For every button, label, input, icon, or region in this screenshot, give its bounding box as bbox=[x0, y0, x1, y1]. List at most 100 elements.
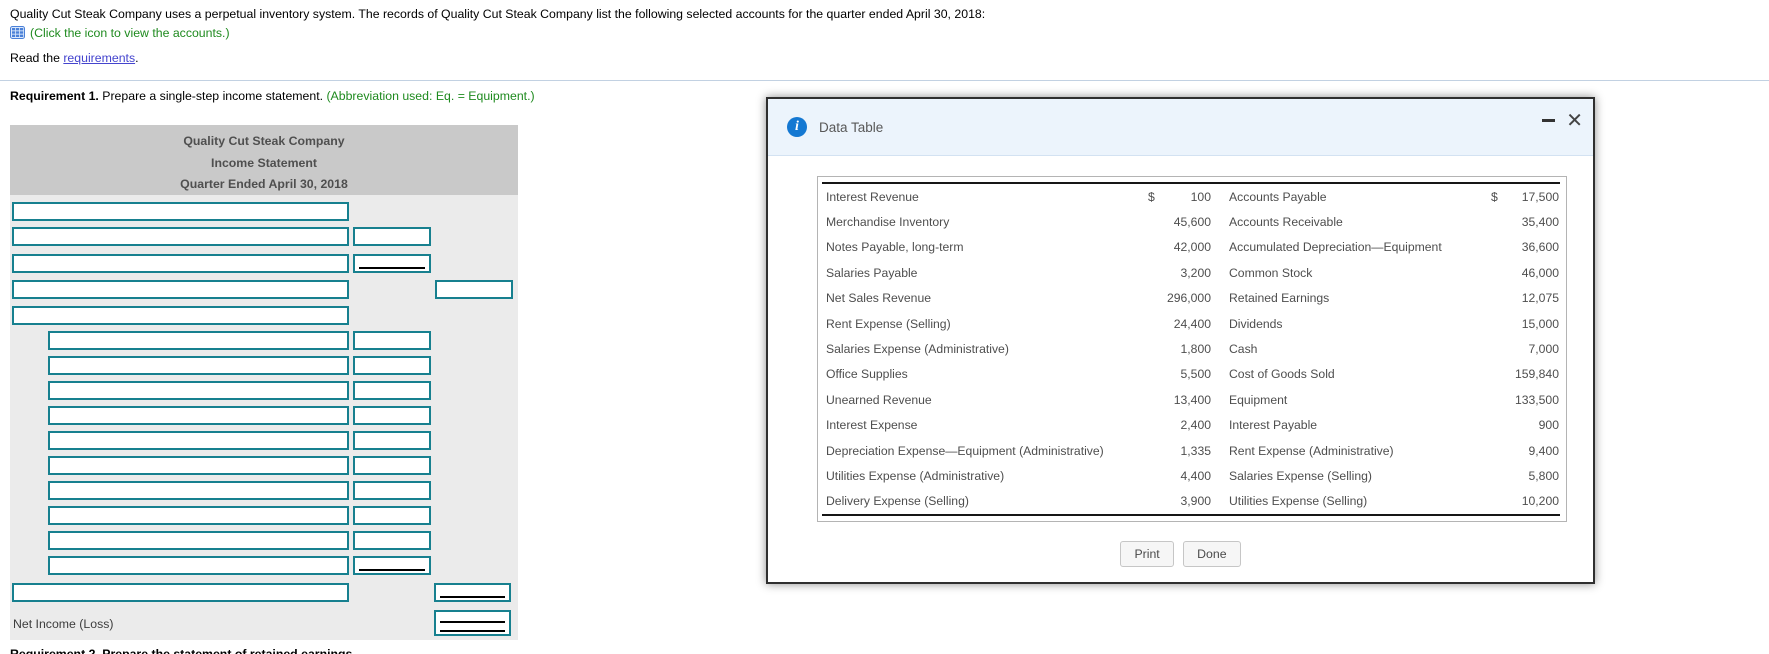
stmt-r13-desc-input[interactable] bbox=[48, 506, 349, 525]
requirement-1-line: Requirement 1. Prepare a single-step inc… bbox=[10, 89, 535, 103]
data-table-row: Salaries Payable 3,200 Common Stock 46,000 bbox=[822, 260, 1560, 285]
net-income-total-input[interactable] bbox=[434, 610, 511, 636]
subtotal-rule bbox=[358, 569, 426, 571]
read-prefix: Read the bbox=[10, 51, 64, 65]
stmt-r13-amount-input[interactable] bbox=[353, 506, 431, 525]
stmt-r6-amount-input[interactable] bbox=[353, 331, 431, 350]
account-value: 3,900 bbox=[1180, 494, 1212, 509]
stmt-r10-amount-input[interactable] bbox=[353, 431, 431, 450]
data-table-row: Depreciation Expense—Equipment (Administ… bbox=[822, 438, 1560, 463]
stmt-r10-desc-input[interactable] bbox=[48, 431, 349, 450]
modal-button-row: Print Done bbox=[768, 541, 1593, 567]
stmt-r15-amount-input[interactable] bbox=[353, 556, 431, 575]
stmt-r1-desc-input[interactable] bbox=[12, 202, 349, 221]
minimize-icon[interactable] bbox=[1542, 119, 1555, 122]
stmt-r3-desc-input[interactable] bbox=[12, 254, 349, 273]
data-table-modal: i Data Table ✕ Interest Revenue $100 Accou… bbox=[766, 97, 1595, 584]
stmt-r14-amount-input[interactable] bbox=[353, 531, 431, 550]
account-value: 133,500 bbox=[1514, 392, 1559, 407]
account-name: Utilities Expense (Administrative) bbox=[826, 468, 1005, 483]
account-name: Accounts Payable bbox=[1229, 189, 1327, 204]
account-name: Unearned Revenue bbox=[826, 392, 932, 407]
account-name: Salaries Payable bbox=[826, 265, 918, 280]
stmt-r12-desc-input[interactable] bbox=[48, 481, 349, 500]
account-name: Cost of Goods Sold bbox=[1229, 367, 1335, 382]
stmt-r14-desc-input[interactable] bbox=[48, 531, 349, 550]
stmt-r7-desc-input[interactable] bbox=[48, 356, 349, 375]
stmt-r11-desc-input[interactable] bbox=[48, 456, 349, 475]
account-name: Depreciation Expense—Equipment (Administ… bbox=[826, 443, 1104, 458]
stmt-r3-amount-input[interactable] bbox=[353, 254, 431, 273]
read-suffix: . bbox=[135, 51, 139, 65]
account-name: Equipment bbox=[1229, 392, 1288, 407]
account-value: 15,000 bbox=[1521, 316, 1559, 331]
account-value: 4,400 bbox=[1180, 468, 1212, 483]
data-table-icon[interactable] bbox=[10, 26, 25, 42]
account-value: 159,840 bbox=[1514, 367, 1559, 382]
stmt-r8-amount-input[interactable] bbox=[353, 381, 431, 400]
stmt-r2-desc-input[interactable] bbox=[12, 227, 349, 246]
account-name: Dividends bbox=[1229, 316, 1283, 331]
account-value: 1,800 bbox=[1180, 342, 1212, 357]
stmt-r9-desc-input[interactable] bbox=[48, 406, 349, 425]
account-value: $100 bbox=[1148, 189, 1211, 204]
modal-header: i Data Table ✕ bbox=[768, 99, 1593, 156]
account-value: 5,800 bbox=[1528, 468, 1560, 483]
account-name: Salaries Expense (Administrative) bbox=[826, 342, 1009, 357]
account-value: 12,075 bbox=[1521, 291, 1559, 306]
data-table-row: Interest Expense 2,400 Interest Payable 900 bbox=[822, 413, 1560, 438]
requirements-link[interactable]: requirements bbox=[63, 51, 135, 65]
account-value: 46,000 bbox=[1521, 265, 1559, 280]
account-name: Cash bbox=[1229, 342, 1258, 357]
stmt-r11-amount-input[interactable] bbox=[353, 456, 431, 475]
close-icon[interactable]: ✕ bbox=[1566, 111, 1583, 131]
accounts-icon-line: (Click the icon to view the accounts.) bbox=[10, 26, 230, 42]
data-table-row: Interest Revenue $100 Accounts Payable $17,… bbox=[822, 183, 1560, 209]
stmt-r4-total-input[interactable] bbox=[435, 280, 513, 299]
stmt-r6-desc-input[interactable] bbox=[48, 331, 349, 350]
data-table-row: Net Sales Revenue 296,000 Retained Earning… bbox=[822, 286, 1560, 311]
data-table-row: Utilities Expense (Administrative) 4,400 S… bbox=[822, 463, 1560, 488]
stmt-r9-amount-input[interactable] bbox=[353, 406, 431, 425]
account-value: 900 bbox=[1538, 418, 1559, 433]
data-table-row: Delivery Expense (Selling) 3,900 Utilities… bbox=[822, 489, 1560, 515]
dollar-sign: $ bbox=[1148, 189, 1155, 204]
double-total-rule bbox=[439, 621, 506, 632]
stmt-r7-amount-input[interactable] bbox=[353, 356, 431, 375]
account-value: 5,500 bbox=[1180, 367, 1212, 382]
page: Quality Cut Steak Company uses a perpetu… bbox=[0, 0, 1769, 654]
done-button[interactable]: Done bbox=[1183, 541, 1241, 567]
stmt-r4-desc-input[interactable] bbox=[12, 280, 349, 299]
account-name: Office Supplies bbox=[826, 367, 908, 382]
account-value: 9,400 bbox=[1528, 443, 1560, 458]
account-value: 10,200 bbox=[1521, 494, 1559, 509]
account-value: 13,400 bbox=[1173, 392, 1211, 407]
account-value: 24,400 bbox=[1173, 316, 1211, 331]
problem-statement: Quality Cut Steak Company uses a perpetu… bbox=[10, 7, 986, 21]
stmt-r15-desc-input[interactable] bbox=[48, 556, 349, 575]
modal-title: Data Table bbox=[819, 120, 884, 135]
account-value: $17,500 bbox=[1491, 189, 1559, 204]
stmt-r16-desc-input[interactable] bbox=[12, 583, 349, 602]
dollar-sign: $ bbox=[1491, 189, 1498, 204]
account-value: 3,200 bbox=[1180, 265, 1212, 280]
stmt-r12-amount-input[interactable] bbox=[353, 481, 431, 500]
requirement-1-label: Requirement 1. bbox=[10, 89, 99, 103]
account-name: Interest Payable bbox=[1229, 418, 1318, 433]
account-name: Accumulated Depreciation—Equipment bbox=[1229, 240, 1442, 255]
account-name: Interest Revenue bbox=[826, 189, 919, 204]
account-value: 7,000 bbox=[1528, 342, 1560, 357]
stmt-r8-desc-input[interactable] bbox=[48, 381, 349, 400]
stmt-r16-total-input[interactable] bbox=[434, 583, 511, 602]
account-name: Retained Earnings bbox=[1229, 291, 1330, 306]
account-name: Accounts Receivable bbox=[1229, 215, 1343, 230]
accounts-table-container: Interest Revenue $100 Accounts Payable $17,… bbox=[817, 176, 1567, 523]
data-table-body: Interest Revenue $100 Accounts Payable $17,… bbox=[822, 183, 1560, 515]
print-button[interactable]: Print bbox=[1120, 541, 1174, 567]
stmt-r5-desc-input[interactable] bbox=[12, 306, 349, 325]
account-value: 296,000 bbox=[1166, 291, 1211, 306]
stmt-r2-amount-input[interactable] bbox=[353, 227, 431, 246]
account-value: 45,600 bbox=[1173, 215, 1211, 230]
account-name: Common Stock bbox=[1229, 265, 1313, 280]
section-divider bbox=[0, 80, 1769, 81]
